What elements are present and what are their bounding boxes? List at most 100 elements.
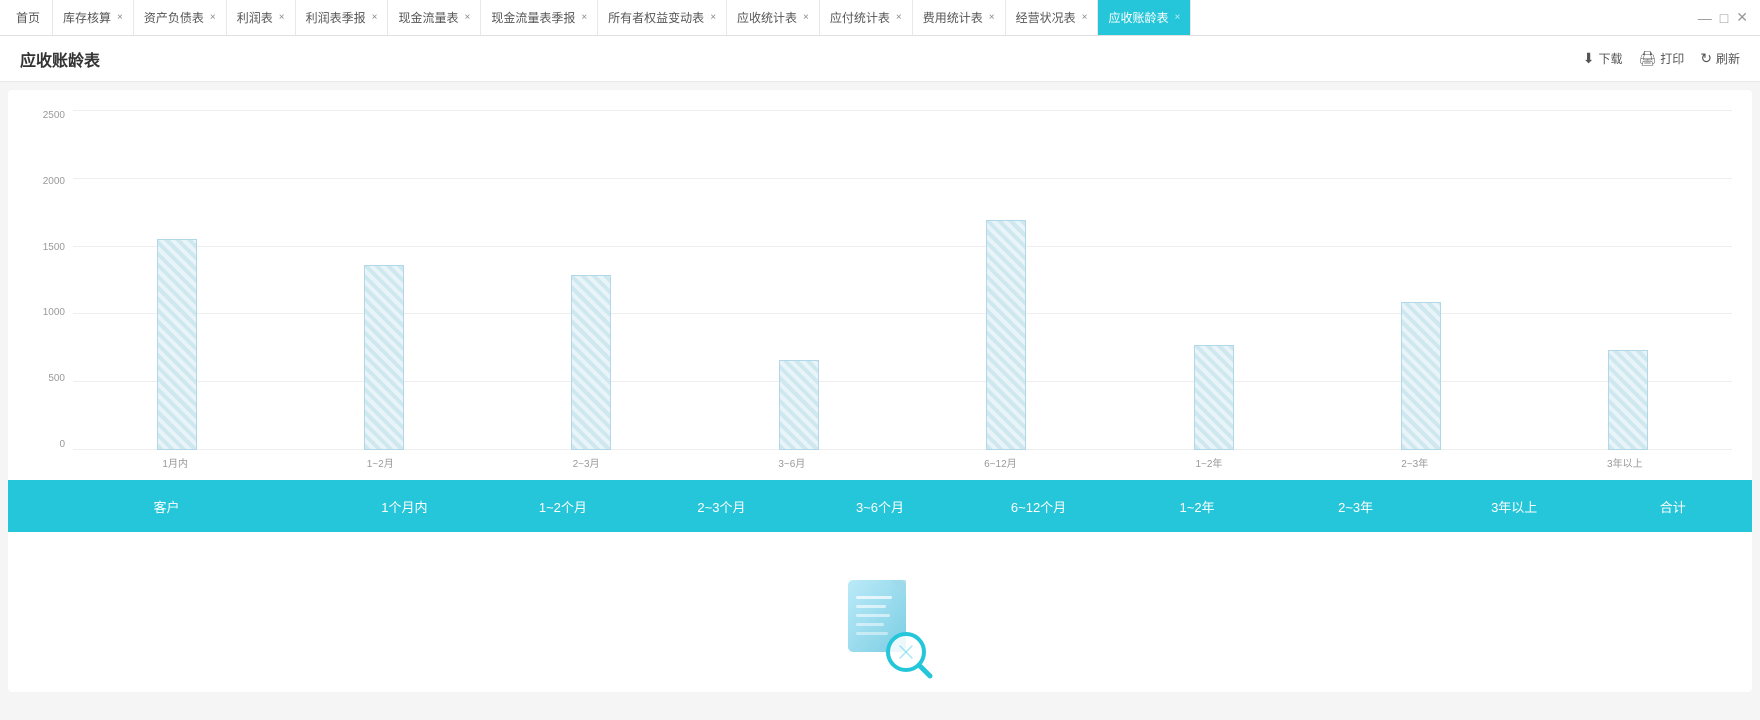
- maximize-button[interactable]: □: [1720, 10, 1728, 26]
- bar-group-2-3month: [571, 275, 611, 450]
- tab-receivable-aging[interactable]: 应收账龄表 ×: [1098, 0, 1191, 36]
- chart-area: 2500 2000 1500 1000 500 0: [8, 90, 1752, 480]
- table-header: 客户 1个月内 1~2个月 2~3个月 3~6个月 6~12个月 1~2年 2~…: [8, 480, 1752, 532]
- refresh-button[interactable]: ↻ 刷新: [1700, 50, 1740, 67]
- tab-receivable-stats-label: 应收统计表: [737, 9, 797, 26]
- tab-profit-label: 利润表: [237, 9, 273, 26]
- th-3year-plus: 3年以上: [1435, 497, 1594, 516]
- empty-state: [8, 532, 1752, 692]
- x-label-1-2month: 1~2月: [367, 455, 394, 470]
- page-title: 应收账龄表: [20, 47, 100, 71]
- tab-payable-stats[interactable]: 应付统计表 ×: [820, 0, 913, 36]
- x-label-1month: 1月内: [162, 455, 188, 470]
- bar-1month: [157, 239, 197, 450]
- header-actions: ⬇ 下载 🖨 打印 ↻ 刷新: [1583, 50, 1740, 67]
- x-label-1-2year: 1~2年: [1195, 455, 1222, 470]
- bar-2-3year: [1401, 302, 1441, 450]
- y-label-2500: 2500: [43, 110, 65, 121]
- y-label-0: 0: [59, 439, 65, 450]
- close-icon[interactable]: ×: [117, 12, 123, 23]
- bar-3year-plus: [1608, 350, 1648, 450]
- print-icon: 🖨: [1638, 50, 1656, 67]
- tab-cashflow-quarter[interactable]: 现金流量表季报 ×: [481, 0, 598, 36]
- x-label-3-6month: 3~6月: [778, 455, 805, 470]
- close-icon[interactable]: ×: [710, 12, 716, 23]
- bar-group-1-2year: [1194, 345, 1234, 450]
- print-button[interactable]: 🖨 打印: [1638, 50, 1684, 67]
- download-icon: ⬇: [1583, 50, 1595, 67]
- tab-balance-sheet-label: 资产负债表: [144, 9, 204, 26]
- tab-home-label: 首页: [16, 9, 40, 26]
- close-icon[interactable]: ×: [896, 12, 902, 23]
- bar-3-6month: [779, 360, 819, 450]
- y-label-500: 500: [48, 373, 65, 384]
- close-icon[interactable]: ×: [989, 12, 995, 23]
- tab-payable-stats-label: 应付统计表: [830, 9, 890, 26]
- refresh-label: 刷新: [1716, 50, 1740, 67]
- bar-1-2month: [364, 265, 404, 450]
- main-content: 2500 2000 1500 1000 500 0: [8, 90, 1752, 692]
- empty-icon: [830, 572, 930, 672]
- tab-equity-label: 所有者权益变动表: [608, 9, 704, 26]
- th-customer: 客户: [8, 497, 325, 516]
- minimize-button[interactable]: —: [1698, 10, 1712, 26]
- bars-row: [73, 110, 1732, 450]
- bar-group-3year-plus: [1608, 350, 1648, 450]
- bar-2-3month: [571, 275, 611, 450]
- th-1-2month: 1~2个月: [484, 497, 643, 516]
- tab-profit-quarter[interactable]: 利润表季报 ×: [296, 0, 389, 36]
- close-icon[interactable]: ×: [464, 12, 470, 23]
- th-6-12month: 6~12个月: [959, 497, 1118, 516]
- chart-body: 1月内 1~2月 2~3月 3~6月 6~12月 1~2年 2~3年 3年以上: [73, 110, 1732, 470]
- bar-6-12month: [986, 220, 1026, 450]
- tab-profit[interactable]: 利润表 ×: [227, 0, 296, 36]
- bar-group-1month: [157, 239, 197, 450]
- tab-receivable-aging-label: 应收账龄表: [1108, 9, 1168, 26]
- close-icon[interactable]: ×: [1174, 12, 1180, 23]
- close-icon[interactable]: ×: [1082, 12, 1088, 23]
- y-label-1000: 1000: [43, 307, 65, 318]
- tab-inventory[interactable]: 库存核算 ×: [53, 0, 134, 36]
- th-2-3year: 2~3年: [1276, 497, 1435, 516]
- close-icon[interactable]: ×: [581, 12, 587, 23]
- bar-1-2year: [1194, 345, 1234, 450]
- close-icon[interactable]: ×: [210, 12, 216, 23]
- chart-inner: 2500 2000 1500 1000 500 0: [28, 110, 1732, 470]
- download-button[interactable]: ⬇ 下载: [1583, 50, 1623, 67]
- refresh-icon: ↻: [1700, 50, 1712, 67]
- tab-expense-stats[interactable]: 费用统计表 ×: [913, 0, 1006, 36]
- y-axis: 2500 2000 1500 1000 500 0: [28, 110, 73, 470]
- tab-equity[interactable]: 所有者权益变动表 ×: [598, 0, 727, 36]
- tab-operation[interactable]: 经营状况表 ×: [1006, 0, 1099, 36]
- y-label-2000: 2000: [43, 176, 65, 187]
- tab-cashflow[interactable]: 现金流量表 ×: [388, 0, 481, 36]
- th-total: 合计: [1593, 497, 1752, 516]
- page-header: 应收账龄表 ⬇ 下载 🖨 打印 ↻ 刷新: [0, 36, 1760, 82]
- y-label-1500: 1500: [43, 242, 65, 253]
- bar-group-6-12month: [986, 220, 1026, 450]
- bar-group-3-6month: [779, 360, 819, 450]
- x-label-2-3year: 2~3年: [1401, 455, 1428, 470]
- tab-balance-sheet[interactable]: 资产负债表 ×: [134, 0, 227, 36]
- tab-cashflow-quarter-label: 现金流量表季报: [491, 9, 575, 26]
- th-1month: 1个月内: [325, 497, 484, 516]
- tab-expense-stats-label: 费用统计表: [923, 9, 983, 26]
- x-labels: 1月内 1~2月 2~3月 3~6月 6~12月 1~2年 2~3年 3年以上: [73, 455, 1732, 470]
- tab-profit-quarter-label: 利润表季报: [306, 9, 366, 26]
- th-2-3month: 2~3个月: [642, 497, 801, 516]
- th-1-2year: 1~2年: [1118, 497, 1277, 516]
- close-window-button[interactable]: ✕: [1736, 9, 1748, 26]
- empty-illustration: [830, 572, 940, 682]
- download-label: 下载: [1598, 50, 1622, 67]
- x-label-3year-plus: 3年以上: [1607, 455, 1643, 470]
- tab-operation-label: 经营状况表: [1016, 9, 1076, 26]
- close-icon[interactable]: ×: [279, 12, 285, 23]
- close-icon[interactable]: ×: [803, 12, 809, 23]
- tab-receivable-stats[interactable]: 应收统计表 ×: [727, 0, 820, 36]
- tab-window-controls: — □ ✕: [1698, 9, 1756, 26]
- tab-home[interactable]: 首页: [4, 0, 53, 36]
- th-3-6month: 3~6个月: [801, 497, 960, 516]
- x-label-6-12month: 6~12月: [984, 455, 1017, 470]
- tab-inventory-label: 库存核算: [63, 9, 111, 26]
- close-icon[interactable]: ×: [372, 12, 378, 23]
